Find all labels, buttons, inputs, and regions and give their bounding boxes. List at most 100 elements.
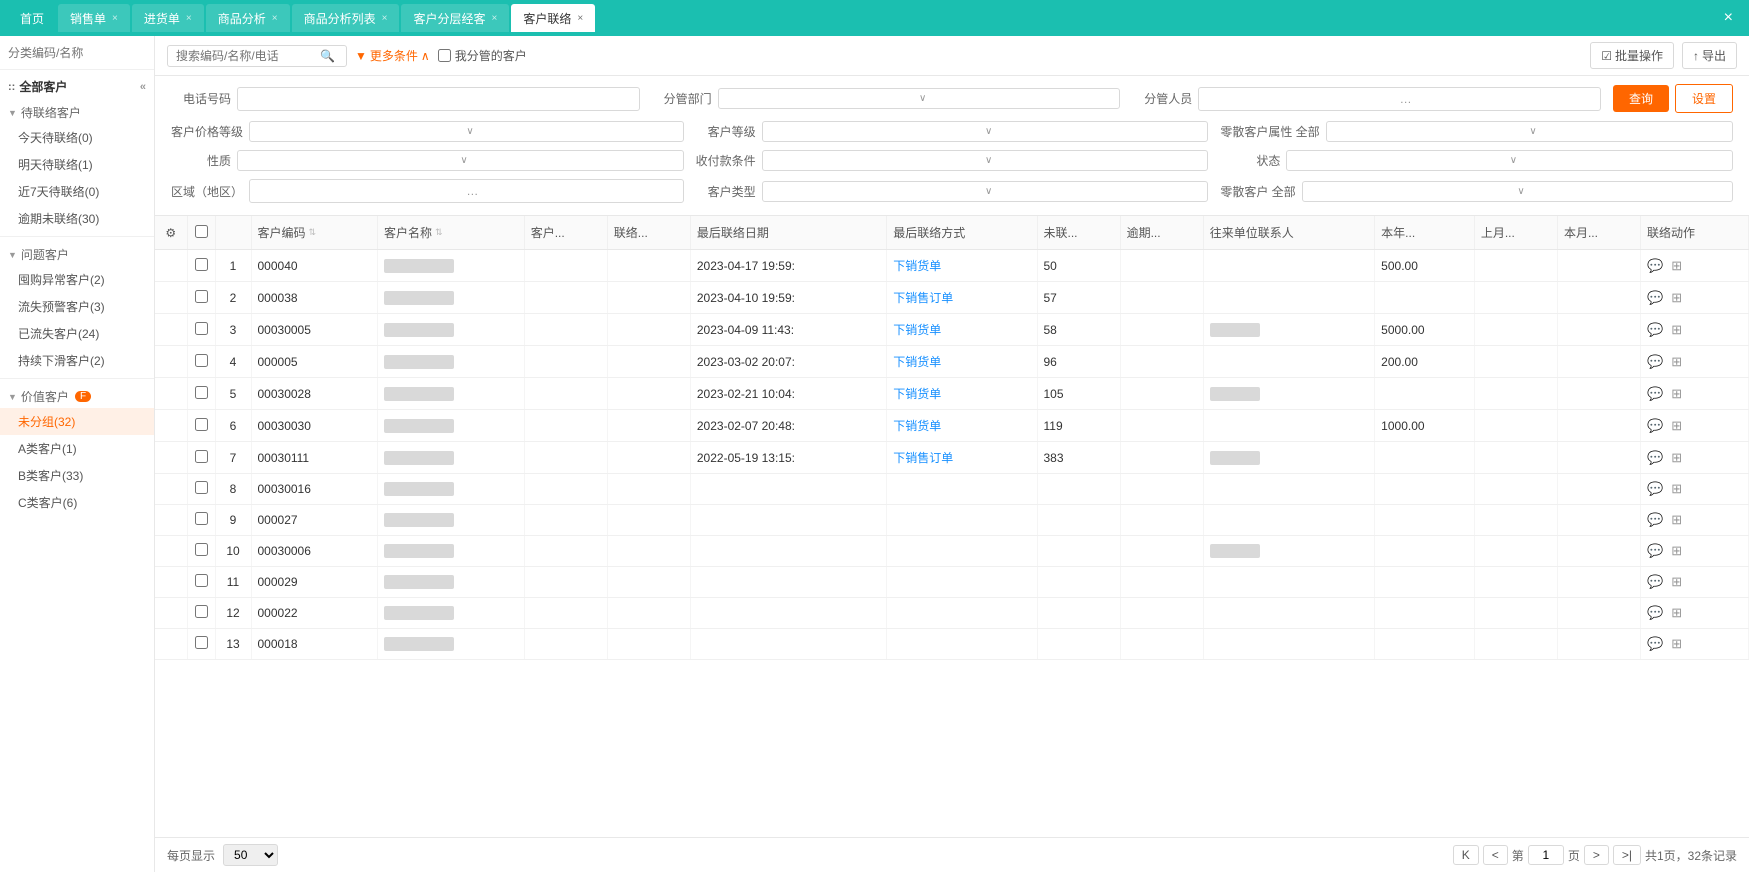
next-page-button[interactable]: > [1584,845,1609,865]
row-checkbox[interactable] [195,354,208,367]
grid-action-icon[interactable]: ⊞ [1671,481,1682,497]
grid-action-icon[interactable]: ⊞ [1671,512,1682,528]
phone-input[interactable] [237,87,640,111]
td-checkbox[interactable] [187,505,215,536]
td-checkbox[interactable] [187,536,215,567]
row-checkbox[interactable] [195,418,208,431]
last-contact-method-link[interactable]: 下销货单 [893,419,941,433]
td-checkbox[interactable] [187,474,215,505]
window-close-button[interactable]: × [1716,9,1741,27]
th-contact[interactable]: 联络... [607,216,690,250]
home-tab[interactable]: 首页 [8,10,56,27]
td-checkbox[interactable] [187,567,215,598]
last-contact-method-link[interactable]: 下销售订单 [893,291,953,305]
td-checkbox[interactable] [187,442,215,474]
td-checkbox[interactable] [187,346,215,378]
th-overdue[interactable]: 逾期... [1120,216,1203,250]
td-checkbox[interactable] [187,250,215,282]
th-checkbox[interactable] [187,216,215,250]
last-contact-method-link[interactable]: 下销货单 [893,387,941,401]
my-customers-checkbox-label[interactable]: 我分管的客户 [438,47,527,64]
page-size-select[interactable]: 50 20 100 [223,844,278,866]
pending-contact-group[interactable]: ▼ 待联络客户 [0,99,154,124]
close-icon[interactable]: × [112,13,118,24]
first-page-button[interactable]: K [1453,845,1479,865]
close-icon[interactable]: × [577,13,583,24]
td-checkbox[interactable] [187,282,215,314]
grid-action-icon[interactable]: ⊞ [1671,605,1682,621]
reset-button[interactable]: 设置 [1675,84,1733,113]
th-last-contact-date[interactable]: 最后联络日期 [690,216,886,250]
sidebar-item-churn-warning[interactable]: 流失预警客户(3) [0,293,154,320]
th-last-contact-method[interactable]: 最后联络方式 [887,216,1037,250]
last-page-button[interactable]: >| [1613,845,1641,865]
more-icon[interactable]: … [462,184,674,198]
sidebar-search-input[interactable] [8,46,155,60]
sidebar-item-class-c[interactable]: C类客户(6) [0,489,154,516]
more-icon[interactable]: … [1396,92,1592,106]
grid-action-icon[interactable]: ⊞ [1671,636,1682,652]
retail-attr-select[interactable]: ∨ [1326,121,1733,142]
chat-icon[interactable]: 💬 [1647,258,1663,274]
grid-action-icon[interactable]: ⊞ [1671,258,1682,274]
all-customers-header[interactable]: :: 全部客户 « [0,70,154,99]
sidebar-item-hoarding[interactable]: 囤购异常客户(2) [0,266,154,293]
grid-action-icon[interactable]: ⊞ [1671,386,1682,402]
value-customers-group[interactable]: ▼ 价值客户 F [0,383,154,408]
chat-icon[interactable]: 💬 [1647,354,1663,370]
sidebar-item-churned[interactable]: 已流失客户(24) [0,320,154,347]
chat-icon[interactable]: 💬 [1647,481,1663,497]
grid-action-icon[interactable]: ⊞ [1671,574,1682,590]
sidebar-item-ungrouoped[interactable]: 未分组(32) [0,408,154,435]
row-checkbox[interactable] [195,322,208,335]
problem-customers-group[interactable]: ▼ 问题客户 [0,241,154,266]
page-number-input[interactable] [1528,845,1564,865]
td-checkbox[interactable] [187,598,215,629]
row-checkbox[interactable] [195,636,208,649]
payment-select[interactable]: ∨ [762,150,1209,171]
th-settings[interactable]: ⚙ [155,216,187,250]
tab-customer-segment[interactable]: 客户分层经客 × [401,4,509,32]
row-checkbox[interactable] [195,290,208,303]
main-search-input[interactable] [176,49,316,63]
export-button[interactable]: ↑ 导出 [1682,42,1737,69]
price-level-select[interactable]: ∨ [249,121,684,142]
nature-select[interactable]: ∨ [237,150,684,171]
search-icon[interactable]: 🔍 [320,49,335,63]
chat-icon[interactable]: 💬 [1647,605,1663,621]
td-checkbox[interactable] [187,378,215,410]
chat-icon[interactable]: 💬 [1647,450,1663,466]
query-button[interactable]: 查询 [1613,85,1669,112]
status-select[interactable]: ∨ [1286,150,1733,171]
sidebar-item-today[interactable]: 今天待联络(0) [0,124,154,151]
batch-operation-button[interactable]: ☑ 批量操作 [1590,42,1674,69]
td-checkbox[interactable] [187,410,215,442]
region-select[interactable]: … [249,179,684,203]
sidebar-item-class-b[interactable]: B类客户(33) [0,462,154,489]
close-icon[interactable]: × [272,13,278,24]
chat-icon[interactable]: 💬 [1647,512,1663,528]
th-company-contact[interactable]: 往来单位联系人 [1203,216,1374,250]
chat-icon[interactable]: 💬 [1647,574,1663,590]
tab-analysis[interactable]: 商品分析 × [206,4,290,32]
chat-icon[interactable]: 💬 [1647,386,1663,402]
th-last-month[interactable]: 上月... [1474,216,1557,250]
row-checkbox[interactable] [195,512,208,525]
close-icon[interactable]: × [491,13,497,24]
th-this-month[interactable]: 本月... [1557,216,1640,250]
row-checkbox[interactable] [195,543,208,556]
grid-action-icon[interactable]: ⊞ [1671,418,1682,434]
last-contact-method-link[interactable]: 下销售订单 [893,451,953,465]
tab-analysis-list[interactable]: 商品分析列表 × [292,4,400,32]
chat-icon[interactable]: 💬 [1647,636,1663,652]
grid-action-icon[interactable]: ⊞ [1671,290,1682,306]
customer-type-select[interactable]: ∨ [762,181,1209,202]
tab-purchase[interactable]: 进货单 × [132,4,204,32]
dept-select[interactable]: ∨ [718,88,1121,109]
tab-sales[interactable]: 销售单 × [58,4,130,32]
sidebar-item-class-a[interactable]: A类客户(1) [0,435,154,462]
td-checkbox[interactable] [187,629,215,660]
grid-action-icon[interactable]: ⊞ [1671,543,1682,559]
sidebar-item-7days[interactable]: 近7天待联络(0) [0,178,154,205]
last-contact-method-link[interactable]: 下销货单 [893,259,941,273]
